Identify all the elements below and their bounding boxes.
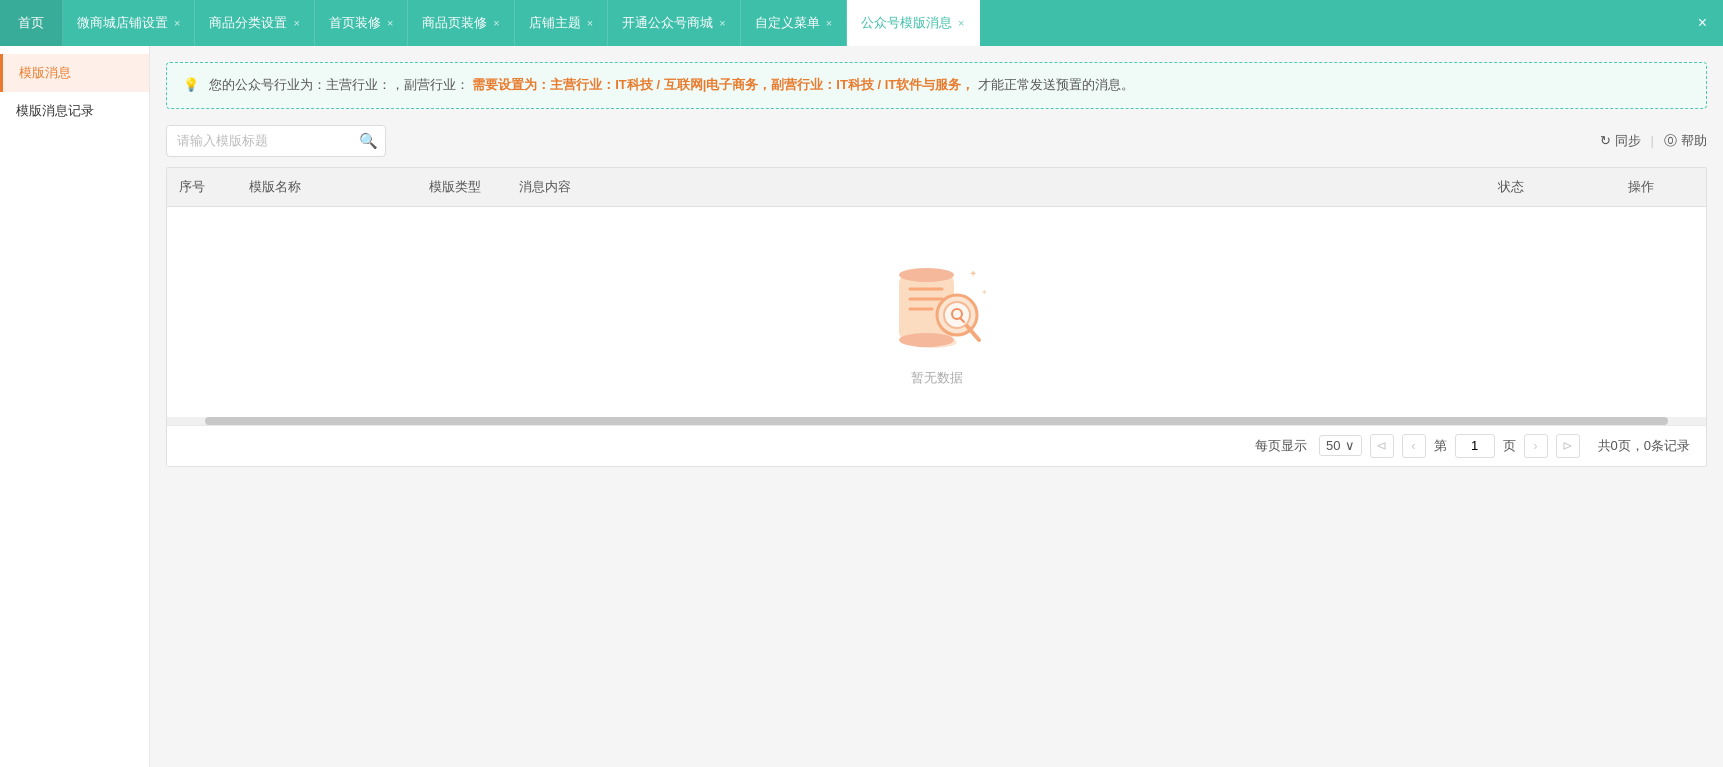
sidebar-label-records: 模版消息记录 bbox=[16, 103, 94, 118]
svg-text:✦: ✦ bbox=[981, 288, 988, 297]
table-body: ✦ ✦ 暂无数据 bbox=[167, 206, 1706, 417]
shop-settings-label: 微商城店铺设置 bbox=[77, 14, 168, 32]
nav-shop-settings[interactable]: 微商城店铺设置 × bbox=[63, 0, 195, 46]
nav-home[interactable]: 首页 bbox=[0, 0, 63, 46]
template-msg-label: 公众号模版消息 bbox=[861, 14, 952, 32]
scrollbar-thumb[interactable] bbox=[205, 417, 1667, 425]
horizontal-scrollbar[interactable] bbox=[167, 417, 1706, 425]
sidebar-item-template-msg-records[interactable]: 模版消息记录 bbox=[0, 92, 149, 130]
nav-open-mall[interactable]: 开通公众号商城 × bbox=[608, 0, 740, 46]
page-unit: 页 bbox=[1503, 437, 1516, 455]
total-label: 共0页，0条记录 bbox=[1598, 437, 1690, 455]
per-page-label: 每页显示 bbox=[1255, 437, 1307, 455]
pager-first[interactable]: ⊲ bbox=[1370, 434, 1394, 458]
pagination: 每页显示 50 ∨ ⊲ ‹ 第 页 › ⊳ 共0页，0条记录 bbox=[167, 425, 1706, 466]
category-settings-label: 商品分类设置 bbox=[209, 14, 287, 32]
nav-template-msg[interactable]: 公众号模版消息 × bbox=[847, 0, 979, 46]
empty-illustration: ✦ ✦ bbox=[877, 247, 997, 357]
empty-text: 暂无数据 bbox=[911, 369, 963, 387]
sync-button[interactable]: ↻ 同步 bbox=[1600, 132, 1641, 150]
svg-point-8 bbox=[944, 302, 970, 328]
nav-homepage-decor[interactable]: 首页装修 × bbox=[315, 0, 408, 46]
col-header-no: 序号 bbox=[167, 168, 237, 207]
data-table: 序号 模版名称 模版类型 消息内容 状态 操作 bbox=[167, 168, 1706, 417]
pager-next[interactable]: › bbox=[1524, 434, 1548, 458]
empty-state: ✦ ✦ 暂无数据 bbox=[167, 207, 1706, 417]
sidebar-label-template-msg: 模版消息 bbox=[19, 65, 71, 80]
nav-category-settings[interactable]: 商品分类设置 × bbox=[195, 0, 314, 46]
notice-box: 💡 您的公众号行业为：主营行业：，副营行业： 需要设置为：主营行业：IT科技 /… bbox=[166, 62, 1707, 109]
open-mall-label: 开通公众号商城 bbox=[622, 14, 713, 32]
product-decor-label: 商品页装修 bbox=[422, 14, 487, 32]
shop-theme-label: 店铺主题 bbox=[529, 14, 581, 32]
svg-point-2 bbox=[899, 268, 954, 282]
search-icon[interactable]: 🔍 bbox=[359, 132, 378, 150]
homepage-decor-label: 首页装修 bbox=[329, 14, 381, 32]
main-content: 💡 您的公众号行业为：主营行业：，副营行业： 需要设置为：主营行业：IT科技 /… bbox=[150, 46, 1723, 767]
sidebar: 模版消息 模版消息记录 bbox=[0, 46, 150, 767]
search-bar: 🔍 ↻ 同步 | ⓪ 帮助 bbox=[166, 125, 1707, 157]
home-label: 首页 bbox=[18, 14, 44, 32]
nav-custom-menu[interactable]: 自定义菜单 × bbox=[741, 0, 847, 46]
custom-menu-label: 自定义菜单 bbox=[755, 14, 820, 32]
search-input-wrap: 🔍 bbox=[166, 125, 386, 157]
close-product-decor[interactable]: × bbox=[493, 17, 499, 29]
toolbar-right: ↻ 同步 | ⓪ 帮助 bbox=[1600, 132, 1707, 150]
layout: 模版消息 模版消息记录 💡 您的公众号行业为：主营行业：，副营行业： 需要设置为… bbox=[0, 46, 1723, 767]
nav-product-decor[interactable]: 商品页装修 × bbox=[408, 0, 514, 46]
sidebar-item-template-msg[interactable]: 模版消息 bbox=[0, 54, 149, 92]
toolbar-divider: | bbox=[1651, 133, 1654, 148]
close-category-settings[interactable]: × bbox=[293, 17, 299, 29]
pager-prev[interactable]: ‹ bbox=[1402, 434, 1426, 458]
col-header-content: 消息内容 bbox=[507, 168, 1486, 207]
table-wrapper: 序号 模版名称 模版类型 消息内容 状态 操作 bbox=[166, 167, 1707, 467]
sync-label: 同步 bbox=[1615, 132, 1641, 150]
close-shop-settings[interactable]: × bbox=[174, 17, 180, 29]
nav-shop-theme[interactable]: 店铺主题 × bbox=[515, 0, 608, 46]
help-icon: ⓪ bbox=[1664, 132, 1677, 150]
top-nav: 首页 微商城店铺设置 × 商品分类设置 × 首页装修 × 商品页装修 × 店铺主… bbox=[0, 0, 1723, 46]
col-header-status: 状态 bbox=[1486, 168, 1616, 207]
svg-text:✦: ✦ bbox=[969, 268, 977, 279]
col-header-action: 操作 bbox=[1616, 168, 1706, 207]
per-page-value: 50 bbox=[1326, 438, 1340, 453]
empty-row: ✦ ✦ 暂无数据 bbox=[167, 206, 1706, 417]
per-page-chevron: ∨ bbox=[1345, 438, 1355, 453]
bulb-icon: 💡 bbox=[183, 77, 199, 92]
notice-text1: 您的公众号行业为：主营行业：，副营行业： bbox=[209, 77, 469, 92]
help-button[interactable]: ⓪ 帮助 bbox=[1664, 132, 1707, 150]
close-template-msg[interactable]: × bbox=[958, 17, 964, 29]
col-header-name: 模版名称 bbox=[237, 168, 417, 207]
per-page-select[interactable]: 50 ∨ bbox=[1319, 435, 1361, 456]
page-input[interactable] bbox=[1455, 434, 1495, 458]
notice-text2: 才能正常发送预置的消息。 bbox=[978, 77, 1134, 92]
search-input[interactable] bbox=[166, 125, 386, 157]
close-open-mall[interactable]: × bbox=[719, 17, 725, 29]
close-homepage-decor[interactable]: × bbox=[387, 17, 393, 29]
notice-highlight: 需要设置为：主营行业：IT科技 / 互联网|电子商务，副营行业：IT科技 / I… bbox=[472, 77, 974, 92]
col-header-type: 模版类型 bbox=[417, 168, 507, 207]
help-label: 帮助 bbox=[1681, 132, 1707, 150]
close-shop-theme[interactable]: × bbox=[587, 17, 593, 29]
table-header: 序号 模版名称 模版类型 消息内容 状态 操作 bbox=[167, 168, 1706, 207]
close-all-tabs[interactable]: × bbox=[1682, 14, 1723, 32]
svg-point-3 bbox=[899, 333, 954, 347]
pager-last[interactable]: ⊳ bbox=[1556, 434, 1580, 458]
close-custom-menu[interactable]: × bbox=[826, 17, 832, 29]
sync-icon: ↻ bbox=[1600, 133, 1611, 148]
page-label: 第 bbox=[1434, 437, 1447, 455]
